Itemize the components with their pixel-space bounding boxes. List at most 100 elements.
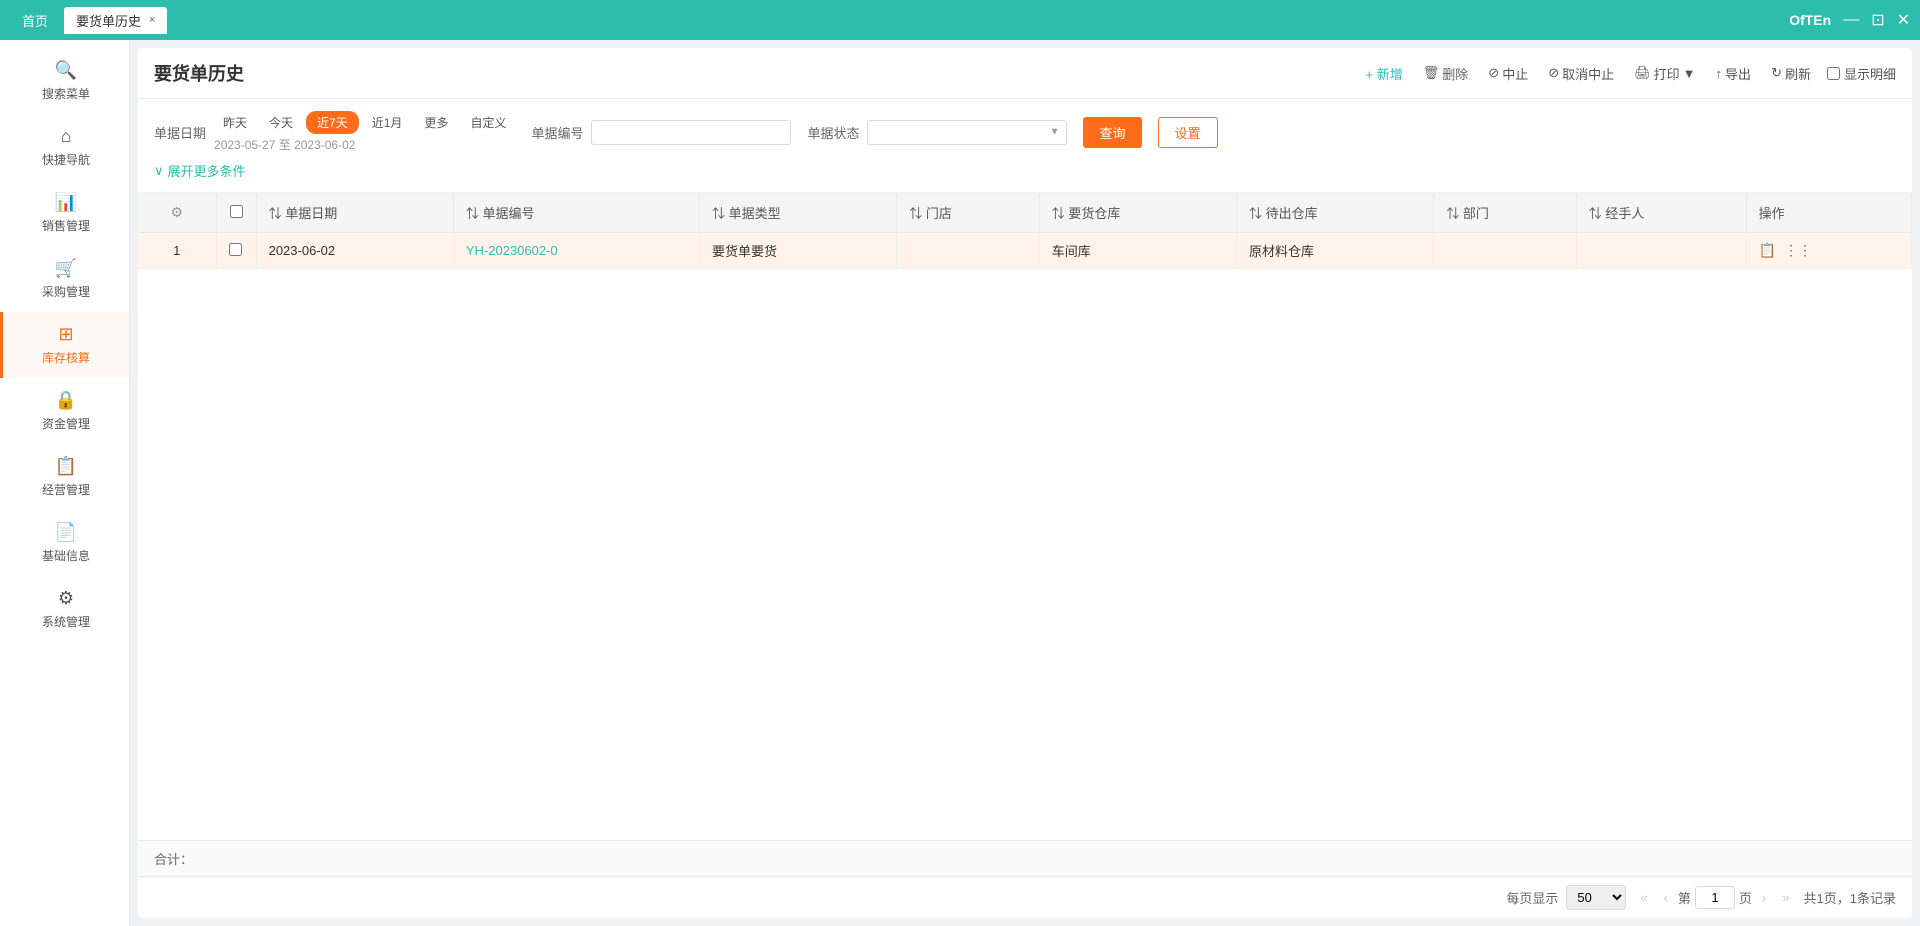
refresh-button[interactable]: ↻ 刷新 [1767, 61, 1815, 86]
sidebar-item-search-label: 搜索菜单 [42, 85, 90, 102]
row-select-checkbox[interactable] [229, 243, 242, 256]
order-no-input[interactable] [591, 120, 791, 145]
display-detail-toggle[interactable]: 显示明细 [1827, 64, 1896, 83]
date-btn-7days[interactable]: 近7天 [306, 111, 359, 134]
sidebar-item-basic-label: 基础信息 [42, 547, 90, 564]
page-input[interactable] [1695, 886, 1735, 909]
print-label: 打印 [1654, 64, 1680, 83]
date-filter-label: 单据日期 [154, 123, 206, 142]
home-icon: ⌂ [61, 126, 72, 147]
export-label: 导出 [1725, 64, 1751, 83]
toolbar: + 新增 🗑 删除 ⊘ 中止 ⊘ 取消中止 🖨 打印 ▼ [1362, 61, 1896, 86]
sidebar-item-quicknav-label: 快捷导航 [42, 151, 90, 168]
page-label-pre: 第 [1678, 888, 1691, 907]
date-btn-yesterday[interactable]: 昨天 [214, 111, 256, 134]
date-btn-1month[interactable]: 近1月 [363, 111, 412, 134]
expand-more-btn[interactable]: ∨ 展开更多条件 [154, 161, 1896, 180]
page-size-select[interactable]: 10 20 50 100 [1566, 885, 1626, 910]
order-no-label: 单据编号 [531, 123, 583, 142]
col-department: ⇅ 部门 [1434, 193, 1576, 233]
refresh-label: 刷新 [1785, 64, 1811, 83]
page-size-label: 每页显示 [1506, 888, 1558, 907]
sidebar-item-system[interactable]: ⚙ 系统管理 [0, 576, 129, 642]
date-btn-today[interactable]: 今天 [260, 111, 302, 134]
cancel-stop-button[interactable]: ⊘ 取消中止 [1544, 61, 1618, 86]
sidebar-item-inventory[interactable]: ⊞ 库存核算 [0, 312, 129, 378]
operations-icon: 📋 [55, 456, 77, 477]
table-area: ⚙ ⇅ 单据日期 ⇅ 单据编号 ⇅ 单据类型 [138, 193, 1912, 840]
sidebar-item-finance-label: 资金管理 [42, 415, 90, 432]
sidebar-item-purchase[interactable]: 🛒 采购管理 [0, 246, 129, 312]
table-footer: 合计： [138, 840, 1912, 876]
chevron-down-icon: ∨ [154, 163, 164, 179]
last-page-btn[interactable]: » [1776, 888, 1795, 907]
delete-icon: 🗑 [1423, 65, 1440, 81]
sidebar-item-operations[interactable]: 📋 经营管理 [0, 444, 129, 510]
page-info: 共1页，1条记录 [1804, 888, 1896, 907]
refresh-icon: ↻ [1771, 65, 1782, 81]
system-icon: ⚙ [58, 588, 74, 609]
row-pending-warehouse: 原材料仓库 [1237, 233, 1434, 269]
sidebar-item-sales[interactable]: 📊 销售管理 [0, 180, 129, 246]
sidebar-item-quicknav[interactable]: ⌂ 快捷导航 [0, 114, 129, 180]
col-checkbox [216, 193, 256, 233]
print-button[interactable]: 🖨 打印 ▼ [1630, 61, 1699, 86]
stop-label: 中止 [1502, 64, 1528, 83]
cancel-stop-icon: ⊘ [1548, 65, 1559, 81]
col-department-label: ⇅ 部门 [1446, 206, 1489, 221]
tab-active[interactable]: 要货单历史 × [64, 7, 167, 34]
sidebar-item-sales-label: 销售管理 [42, 217, 90, 234]
tab-close-icon[interactable]: × [149, 14, 155, 26]
status-label: 单据状态 [807, 123, 859, 142]
add-button[interactable]: + 新增 [1362, 61, 1407, 86]
main-layout: 🔍 搜索菜单 ⌂ 快捷导航 📊 销售管理 🛒 采购管理 ⊞ 库存核算 🔒 资金管… [0, 40, 1920, 926]
prev-page-btn[interactable]: ‹ [1658, 888, 1674, 907]
col-req-warehouse-label: ⇅ 要货仓库 [1052, 206, 1121, 221]
restore-icon[interactable]: ⊡ [1871, 10, 1884, 30]
table-settings-icon[interactable]: ⚙ [171, 204, 184, 220]
filter-row: 单据日期 昨天 今天 近7天 近1月 更多 自定义 2023-05-27 至 2… [154, 111, 1896, 153]
page-header: 要货单历史 + 新增 🗑 删除 ⊘ 中止 ⊘ 取消中止 🖨 打印 [138, 48, 1912, 99]
row-number: YH-20230602-0 [453, 233, 699, 269]
col-type-label: ⇅ 单据类型 [712, 206, 781, 221]
export-icon: ↑ [1716, 66, 1723, 81]
stop-button[interactable]: ⊘ 中止 [1484, 61, 1532, 86]
tab-active-label: 要货单历史 [76, 11, 141, 30]
pagination: 每页显示 10 20 50 100 « ‹ 第 页 › » 共1页，1条记录 [138, 876, 1912, 918]
display-detail-checkbox[interactable] [1827, 67, 1840, 80]
sidebar-item-search[interactable]: 🔍 搜索菜单 [0, 48, 129, 114]
action-btns: 📋 ⋮⋮ [1759, 242, 1899, 259]
close-icon[interactable]: ✕ [1897, 10, 1910, 30]
minimize-icon[interactable]: — [1843, 11, 1859, 29]
first-page-btn[interactable]: « [1634, 888, 1653, 907]
filter-area: 单据日期 昨天 今天 近7天 近1月 更多 自定义 2023-05-27 至 2… [138, 99, 1912, 193]
date-btn-more[interactable]: 更多 [415, 111, 457, 134]
col-pending-warehouse-label: ⇅ 待出仓库 [1249, 206, 1318, 221]
table-row: 1 2023-06-02 YH-20230602-0 要货单要货 车间库 原材料… [138, 233, 1912, 269]
row-number-link[interactable]: YH-20230602-0 [466, 243, 558, 258]
row-edit-icon[interactable]: 📋 [1759, 242, 1776, 259]
select-all-checkbox[interactable] [230, 205, 243, 218]
print-dropdown-icon: ▼ [1683, 66, 1696, 81]
tab-home[interactable]: 首页 [10, 7, 60, 34]
settings-button[interactable]: 设置 [1158, 117, 1218, 148]
date-filter-btns: 昨天 今天 近7天 近1月 更多 自定义 2023-05-27 至 2023-0… [214, 111, 515, 153]
page-nav: « ‹ 第 页 › » [1634, 886, 1795, 909]
window-controls: OfTEn — ⊡ ✕ [1789, 10, 1910, 30]
col-store-label: ⇅ 门店 [909, 206, 952, 221]
query-button[interactable]: 查询 [1083, 117, 1141, 148]
sidebar-item-system-label: 系统管理 [42, 613, 90, 630]
row-more-icon[interactable]: ⋮⋮ [1784, 242, 1812, 259]
status-select[interactable] [867, 120, 1067, 145]
col-number: ⇅ 单据编号 [453, 193, 699, 233]
next-page-btn[interactable]: › [1756, 888, 1772, 907]
inventory-icon: ⊞ [58, 324, 73, 345]
sidebar-item-basic[interactable]: 📄 基础信息 [0, 510, 129, 576]
export-button[interactable]: ↑ 导出 [1712, 61, 1756, 86]
col-settings: ⚙ [138, 193, 216, 233]
date-btn-custom[interactable]: 自定义 [461, 111, 515, 134]
search-menu-icon: 🔍 [55, 60, 77, 81]
col-pending-warehouse: ⇅ 待出仓库 [1237, 193, 1434, 233]
delete-button[interactable]: 🗑 删除 [1419, 61, 1473, 86]
sidebar-item-finance[interactable]: 🔒 资金管理 [0, 378, 129, 444]
